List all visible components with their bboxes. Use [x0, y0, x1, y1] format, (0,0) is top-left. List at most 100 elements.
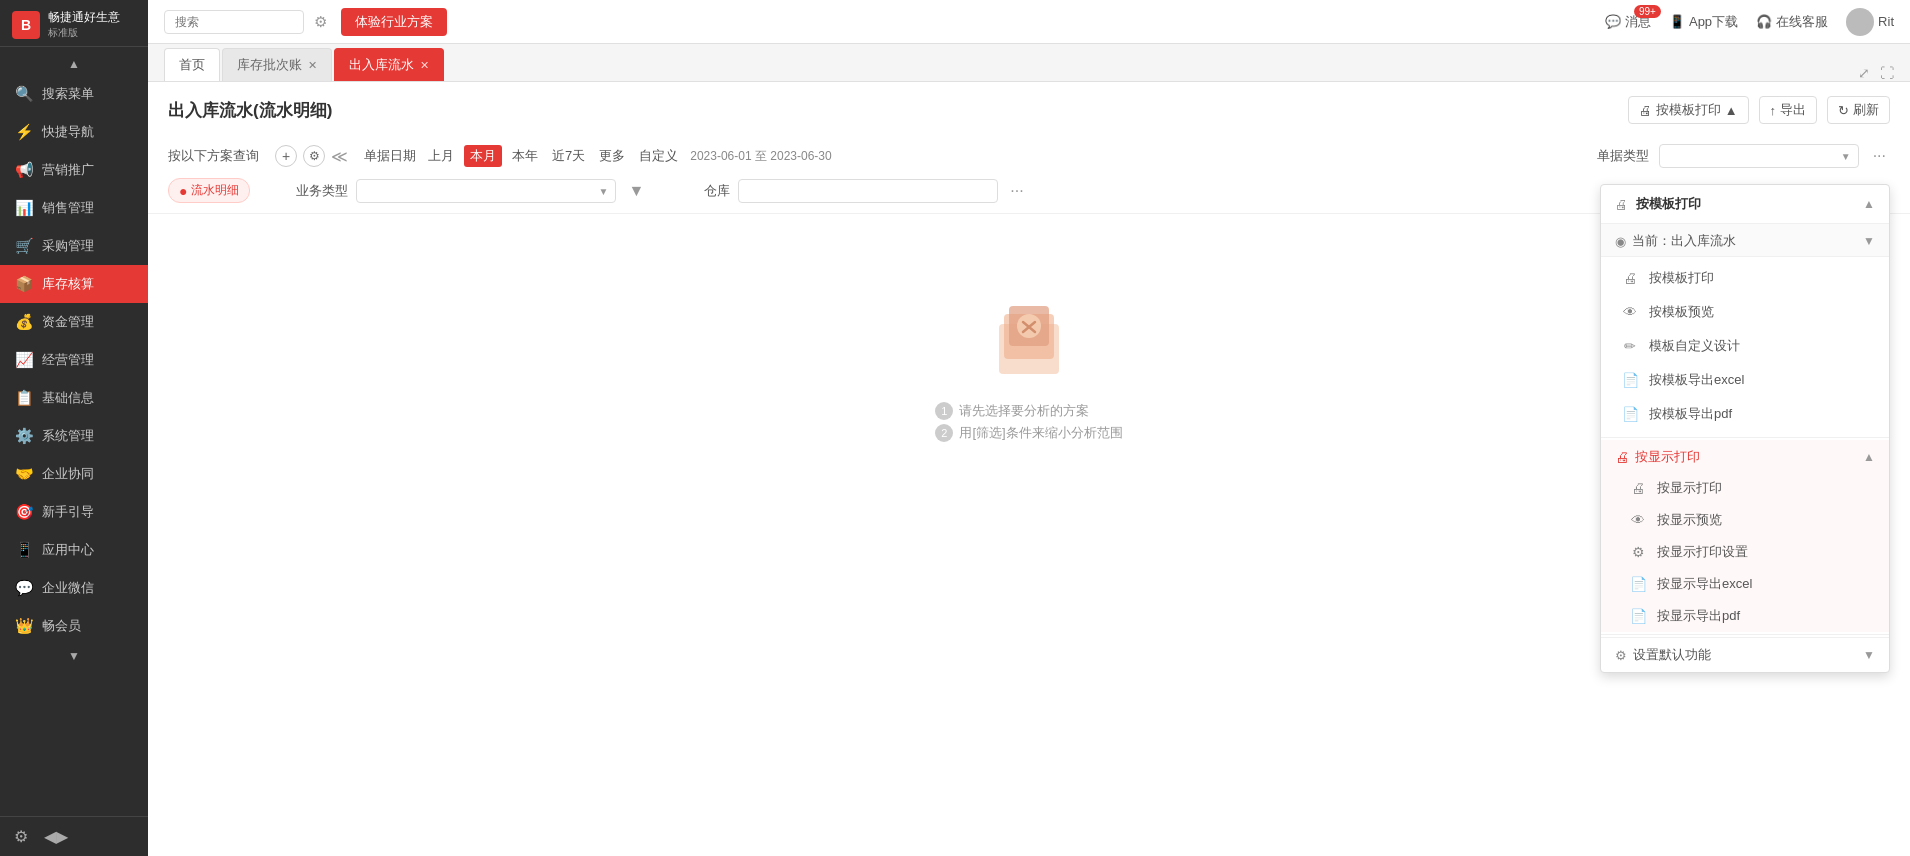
- display-section-label: 按显示打印: [1635, 448, 1700, 466]
- dropdown-current-arrow[interactable]: ▼: [1863, 234, 1875, 248]
- dropdown-template-print[interactable]: 🖨 按模板打印: [1601, 261, 1889, 295]
- app-download-button[interactable]: 📱 App下载: [1669, 13, 1738, 31]
- sidebar-scroll-up[interactable]: ▲: [0, 53, 148, 75]
- dropdown-display-print[interactable]: 🖨 按显示打印: [1601, 472, 1889, 504]
- business-type-select[interactable]: [356, 179, 616, 203]
- sidebar-item-label: 搜索菜单: [42, 85, 94, 103]
- sidebar-item-basic[interactable]: 📋 基础信息: [0, 379, 148, 417]
- operation-icon: 📈: [14, 351, 34, 369]
- sidebar-item-enterprise[interactable]: 🤝 企业协同: [0, 455, 148, 493]
- trial-button[interactable]: 体验行业方案: [341, 8, 447, 36]
- dropdown-footer-label: ⚙ 设置默认功能: [1615, 646, 1711, 664]
- dropdown-display-export-excel[interactable]: 📄 按显示导出excel: [1601, 568, 1889, 600]
- dropdown-display-preview[interactable]: 👁 按显示预览: [1601, 504, 1889, 536]
- dropdown-title: 按模板打印: [1636, 195, 1701, 213]
- sidebar-item-system[interactable]: ⚙️ 系统管理: [0, 417, 148, 455]
- wechat-icon: 💬: [14, 579, 34, 597]
- type-select[interactable]: [1659, 144, 1859, 168]
- tab-batch-account-close-icon[interactable]: ✕: [308, 59, 317, 72]
- tab-fullscreen-icon[interactable]: ⛶: [1880, 65, 1894, 81]
- export-button[interactable]: ↑ 导出: [1759, 96, 1818, 124]
- search-input[interactable]: [164, 10, 304, 34]
- date-option-this-month[interactable]: 本月: [464, 145, 502, 167]
- dropdown-display-section-header[interactable]: 🖨 按显示打印 ▲: [1601, 440, 1889, 472]
- topbar-gear-icon[interactable]: ⚙: [314, 13, 327, 31]
- online-service-button[interactable]: 🎧 在线客服: [1756, 13, 1828, 31]
- basic-icon: 📋: [14, 389, 34, 407]
- inventory-icon: 📦: [14, 275, 34, 293]
- logo-icon: B: [12, 11, 40, 39]
- message-icon: 💬: [1605, 14, 1621, 29]
- date-option-custom[interactable]: 自定义: [635, 145, 682, 167]
- dropdown-template-preview[interactable]: 👁 按模板预览: [1601, 295, 1889, 329]
- sidebar: B 畅捷通好生意 标准版 ▲ 🔍 搜索菜单 ⚡ 快捷导航 📢 营销推广 📊: [0, 0, 148, 856]
- sidebar-item-purchase[interactable]: 🛒 采购管理: [0, 227, 148, 265]
- sidebar-item-vip[interactable]: 👑 畅会员: [0, 607, 148, 645]
- sidebar-item-guide[interactable]: 🎯 新手引导: [0, 493, 148, 531]
- sidebar-item-inventory[interactable]: 📦 库存核算: [0, 265, 148, 303]
- message-button[interactable]: 💬 消息 99+: [1605, 13, 1651, 31]
- tab-batch-account[interactable]: 库存批次账 ✕: [222, 48, 332, 81]
- tab-restore-icon[interactable]: ⤢: [1858, 65, 1870, 81]
- dropdown-footer-chevron-down-icon[interactable]: ▼: [1863, 648, 1875, 662]
- refresh-button[interactable]: ↻ 刷新: [1827, 96, 1890, 124]
- sidebar-item-label: 应用中心: [42, 541, 94, 559]
- display-pdf-label: 按显示导出pdf: [1657, 607, 1740, 625]
- date-option-last-month[interactable]: 上月: [424, 145, 458, 167]
- date-option-7days[interactable]: 近7天: [548, 145, 589, 167]
- template-print-dropdown: 🖨 按模板打印 ▲ ◉ 当前：出入库流水 ▼ 🖨: [1600, 184, 1890, 673]
- template-print-button[interactable]: 🖨 按模板打印 ▲: [1628, 96, 1749, 124]
- current-indicator-icon: ◉: [1615, 234, 1626, 249]
- date-option-more[interactable]: 更多: [595, 145, 629, 167]
- tab-flow-close-icon[interactable]: ✕: [420, 59, 429, 72]
- flow-tag[interactable]: ● 流水明细: [168, 178, 250, 203]
- warehouse-label: 仓库: [704, 182, 730, 200]
- settings-icon[interactable]: ⚙: [14, 827, 28, 846]
- step-1-num: 1: [935, 402, 953, 420]
- date-option-this-year[interactable]: 本年: [508, 145, 542, 167]
- template-excel-icon: 📄: [1621, 372, 1639, 388]
- sidebar-item-shortcut[interactable]: ⚡ 快捷导航: [0, 113, 148, 151]
- dropdown-template-custom[interactable]: ✏ 模板自定义设计: [1601, 329, 1889, 363]
- sidebar-scroll-down[interactable]: ▼: [0, 645, 148, 667]
- dropdown-display-export-pdf[interactable]: 📄 按显示导出pdf: [1601, 600, 1889, 632]
- filter-add-button[interactable]: +: [275, 145, 297, 167]
- warehouse-input[interactable]: [738, 179, 998, 203]
- empty-step-2: 2 用[筛选]条件来缩小分析范围: [935, 424, 1122, 442]
- filter-collapse-button[interactable]: ≪: [331, 147, 348, 166]
- template-custom-label: 模板自定义设计: [1649, 337, 1740, 355]
- sidebar-item-operation[interactable]: 📈 经营管理: [0, 341, 148, 379]
- business-type-area: 业务类型 ▼: [296, 179, 648, 203]
- type-more-icon[interactable]: ···: [1869, 147, 1890, 165]
- tab-home[interactable]: 首页: [164, 48, 220, 81]
- warehouse-more-icon[interactable]: ···: [1006, 182, 1027, 200]
- refresh-label: 刷新: [1853, 101, 1879, 119]
- step-2-num: 2: [935, 424, 953, 442]
- sidebar-item-finance[interactable]: 💰 资金管理: [0, 303, 148, 341]
- sidebar-item-search[interactable]: 🔍 搜索菜单: [0, 75, 148, 113]
- display-section-chevron-up-icon[interactable]: ▲: [1863, 450, 1875, 464]
- dropdown-current-row: ◉ 当前：出入库流水 ▼: [1601, 224, 1889, 257]
- tab-flow[interactable]: 出入库流水 ✕: [334, 48, 444, 81]
- user-profile[interactable]: Rit: [1846, 8, 1894, 36]
- filter-settings-button[interactable]: ⚙: [303, 145, 325, 167]
- template-excel-label: 按模板导出excel: [1649, 371, 1744, 389]
- dropdown-template-export-pdf[interactable]: 📄 按模板导出pdf: [1601, 397, 1889, 431]
- collapse-icon[interactable]: ◀▶: [44, 827, 68, 846]
- dropdown-template-export-excel[interactable]: 📄 按模板导出excel: [1601, 363, 1889, 397]
- sidebar-item-appstore[interactable]: 📱 应用中心: [0, 531, 148, 569]
- page-content: 出入库流水(流水明细) 🖨 按模板打印 ▲ ↑ 导出 ↻ 刷新: [148, 82, 1910, 856]
- sidebar-item-sales[interactable]: 📊 销售管理: [0, 189, 148, 227]
- tabs-right-icons: ⤢ ⛶: [1858, 65, 1894, 81]
- dropdown-footer[interactable]: ⚙ 设置默认功能 ▼: [1601, 637, 1889, 672]
- dropdown-display-settings[interactable]: ⚙ 按显示打印设置: [1601, 536, 1889, 568]
- display-print-label: 按显示打印: [1657, 479, 1722, 497]
- sidebar-item-wechat[interactable]: 💬 企业微信: [0, 569, 148, 607]
- vip-icon: 👑: [14, 617, 34, 635]
- logo-text: 畅捷通好生意: [48, 10, 120, 26]
- sales-icon: 📊: [14, 199, 34, 217]
- dropdown-print-icon: 🖨: [1615, 197, 1628, 212]
- dropdown-chevron-up-icon[interactable]: ▲: [1863, 197, 1875, 211]
- sidebar-item-marketing[interactable]: 📢 营销推广: [0, 151, 148, 189]
- business-type-label: 业务类型: [296, 182, 348, 200]
